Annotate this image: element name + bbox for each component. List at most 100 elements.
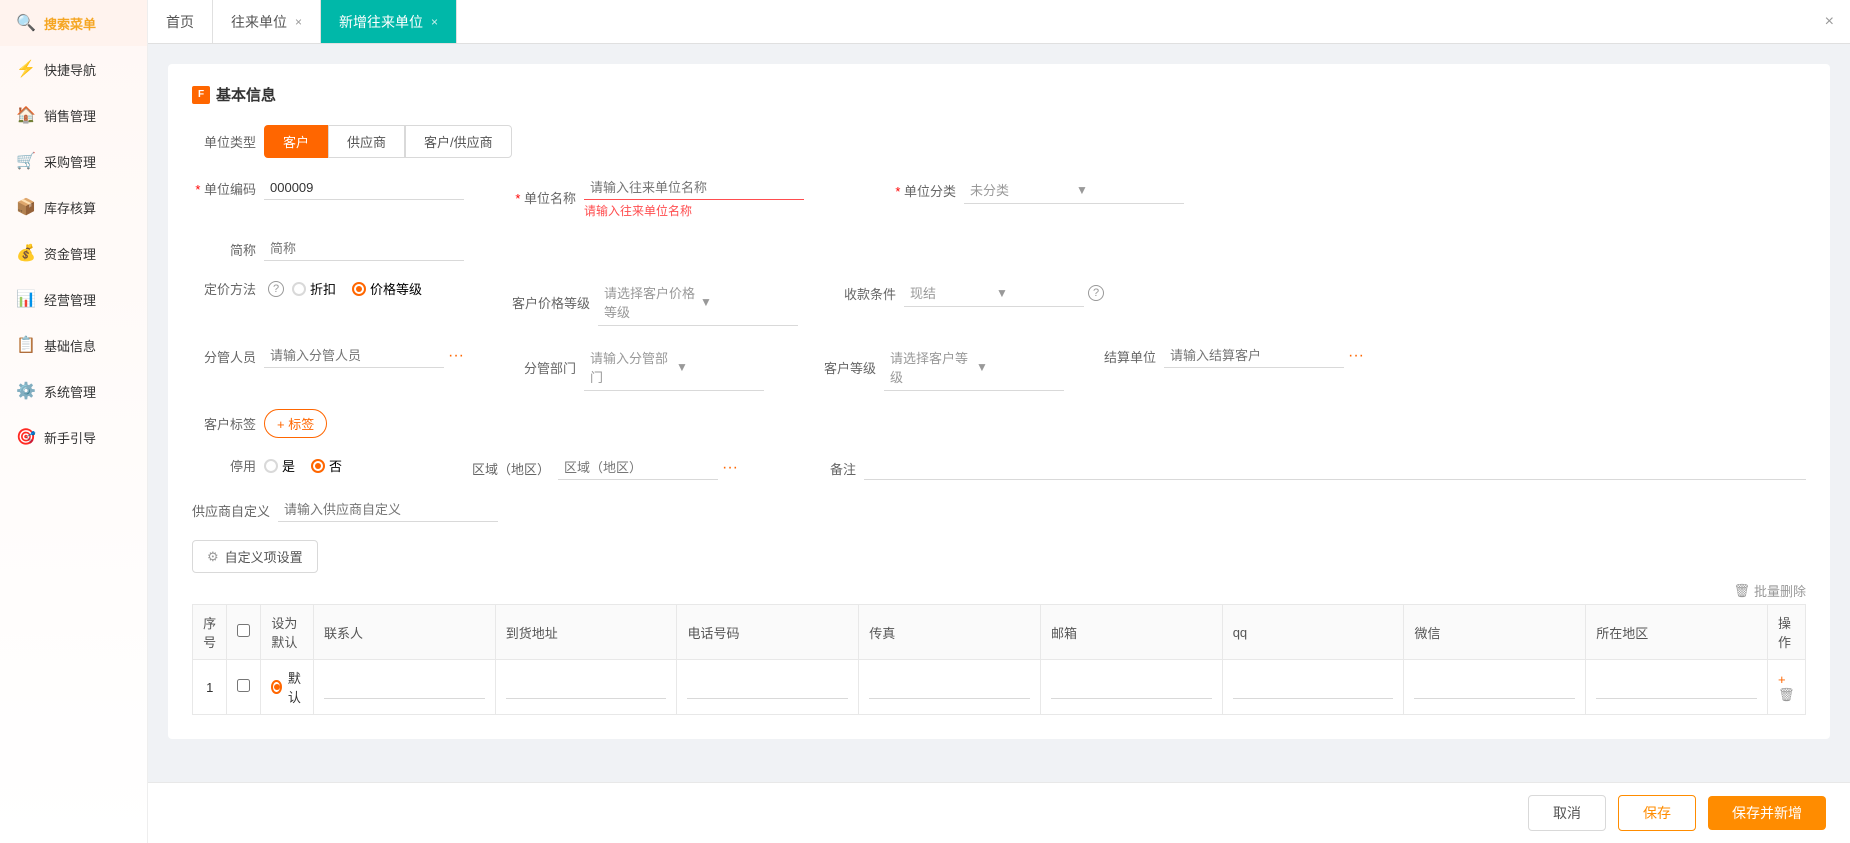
settlement-field: 结算单位 ··· (1092, 344, 1372, 368)
table-region-input[interactable] (1596, 675, 1757, 699)
price-level-field: 客户价格等级 请选择客户价格等级 ▼ (512, 279, 832, 326)
supplier-custom-label: 供应商自定义 (192, 501, 278, 520)
default-radio[interactable]: 默认 (271, 668, 303, 706)
abbrev-input[interactable] (264, 237, 464, 261)
abbrev-label: 简称 (192, 240, 264, 259)
sidebar-item-search[interactable]: 🔍 搜索菜单 (0, 0, 147, 46)
region-more-btn[interactable]: ··· (718, 459, 742, 477)
add-row-btn[interactable]: + (1778, 672, 1786, 687)
sidebar: 🔍 搜索菜单 ⚡ 快捷导航 🏠 销售管理 🛒 采购管理 📦 库存核算 💰 资金管… (0, 0, 148, 843)
tab-home[interactable]: 首页 (148, 0, 213, 43)
tab-new-unit-close[interactable]: × (431, 15, 438, 29)
customer-level-select[interactable]: 请选择客户等级 ▼ (884, 344, 1064, 391)
default-radio-circle (271, 680, 282, 694)
sidebar-item-system[interactable]: ⚙️ 系统管理 (0, 368, 147, 414)
remarks-input[interactable] (864, 456, 1806, 480)
email-input[interactable] (1051, 675, 1212, 699)
finance-icon: 💰 (16, 243, 36, 263)
wechat-input[interactable] (1414, 675, 1575, 699)
unit-code-label: 单位编码 (192, 179, 264, 198)
region-input[interactable] (558, 456, 718, 480)
row-checkbox[interactable] (237, 679, 250, 692)
disabled-radio-yes[interactable]: 是 (264, 456, 295, 475)
save-button[interactable]: 保存 (1618, 795, 1696, 831)
payment-terms-label: 收款条件 (832, 284, 904, 303)
type-btn-supplier[interactable]: 供应商 (328, 125, 405, 158)
supplier-custom-input[interactable] (278, 498, 498, 522)
add-tag-btn[interactable]: + 标签 (264, 409, 327, 438)
disabled-radio-no[interactable]: 否 (311, 456, 342, 475)
cell-region (1586, 660, 1768, 715)
pricing-radio-discount[interactable]: 折扣 (292, 279, 336, 298)
type-btn-customer[interactable]: 客户 (264, 125, 328, 158)
discount-radio-circle (292, 282, 306, 296)
delete-row-btn[interactable]: 🗑 (1778, 687, 1795, 702)
type-btn-both[interactable]: 客户/供应商 (405, 125, 512, 158)
unit-category-select[interactable]: 未分类 ▼ (964, 176, 1184, 204)
sidebar-item-basic[interactable]: 📋 基础信息 (0, 322, 147, 368)
col-email: 邮箱 (1040, 605, 1222, 660)
tab-new-unit[interactable]: 新增往来单位 × (321, 0, 457, 43)
unit-name-input[interactable] (584, 176, 804, 200)
address-input[interactable] (506, 675, 667, 699)
save-add-button[interactable]: 保存并新增 (1708, 796, 1826, 830)
unit-code-field: 单位编码 (192, 176, 472, 200)
price-level-chevron-icon: ▼ (700, 295, 792, 309)
col-seq: 序号 (193, 605, 227, 660)
cell-default: 默认 (261, 660, 314, 715)
sidebar-item-sales[interactable]: 🏠 销售管理 (0, 92, 147, 138)
phone-input[interactable] (687, 675, 848, 699)
section-title: F 基本信息 (192, 84, 1806, 105)
unit-type-btn-group: 客户 供应商 客户/供应商 (264, 125, 512, 158)
pricing-method-label: 定价方法 (192, 279, 264, 298)
sidebar-item-guide[interactable]: 🎯 新手引导 (0, 414, 147, 460)
table-header-row: 序号 设为默认 联系人 到货地址 电话号码 传真 邮箱 qq 微信 所在地区 操… (193, 605, 1806, 660)
cell-address (495, 660, 677, 715)
col-action: 操作 (1767, 605, 1805, 660)
col-address: 到货地址 (495, 605, 677, 660)
pricing-radio-level[interactable]: 价格等级 (352, 279, 422, 298)
tab-units[interactable]: 往来单位 × (213, 0, 321, 43)
settlement-input[interactable] (1164, 344, 1344, 368)
sidebar-item-inventory[interactable]: 📦 库存核算 (0, 184, 147, 230)
custom-settings-btn[interactable]: ⚙ 自定义项设置 (192, 540, 318, 573)
disabled-row: 停用 是 否 区域（地区） ··· (192, 456, 1806, 480)
payment-terms-field: 收款条件 现结 ▼ ? (832, 279, 1132, 307)
department-label: 分管部门 (512, 358, 584, 377)
pricing-help-icon[interactable]: ? (268, 281, 284, 297)
col-contact: 联系人 (313, 605, 495, 660)
tab-units-close[interactable]: × (295, 15, 302, 29)
cancel-button[interactable]: 取消 (1528, 795, 1606, 831)
remarks-field: 备注 (792, 456, 1806, 480)
department-select[interactable]: 请输入分管部门 ▼ (584, 344, 764, 391)
select-all-checkbox[interactable] (237, 624, 250, 637)
fax-input[interactable] (869, 675, 1030, 699)
disabled-radio-group: 是 否 (264, 456, 342, 475)
qq-input[interactable] (1233, 675, 1394, 699)
contact-input[interactable] (324, 675, 485, 699)
payment-terms-select[interactable]: 现结 ▼ (904, 279, 1084, 307)
manager-input[interactable] (264, 344, 444, 368)
basic-icon: 📋 (16, 335, 36, 355)
abbrev-row: 简称 (192, 237, 1806, 261)
unit-code-input[interactable] (264, 176, 464, 200)
batch-delete-btn[interactable]: 🗑 批量删除 (192, 581, 1806, 600)
sidebar-item-purchase[interactable]: 🛒 采购管理 (0, 138, 147, 184)
settlement-more-btn[interactable]: ··· (1344, 347, 1368, 365)
cell-seq: 1 (193, 660, 227, 715)
sidebar-item-operations[interactable]: 📊 经营管理 (0, 276, 147, 322)
customer-level-label: 客户等级 (812, 358, 884, 377)
sidebar-item-finance[interactable]: 💰 资金管理 (0, 230, 147, 276)
inventory-icon: 📦 (16, 197, 36, 217)
cell-phone (677, 660, 859, 715)
manager-field: 分管人员 ··· (192, 344, 512, 368)
payment-help-icon[interactable]: ? (1088, 285, 1104, 301)
dept-chevron-icon: ▼ (676, 360, 758, 374)
price-level-select[interactable]: 请选择客户价格等级 ▼ (598, 279, 798, 326)
unit-type-label: 单位类型 (192, 132, 264, 151)
sidebar-item-quicknav[interactable]: ⚡ 快捷导航 (0, 46, 147, 92)
manager-more-btn[interactable]: ··· (444, 347, 468, 365)
pricing-method-field: 定价方法 ? 折扣 价格等级 (192, 279, 512, 298)
tab-bar-close-all[interactable]: × (1809, 13, 1850, 31)
system-icon: ⚙️ (16, 381, 36, 401)
